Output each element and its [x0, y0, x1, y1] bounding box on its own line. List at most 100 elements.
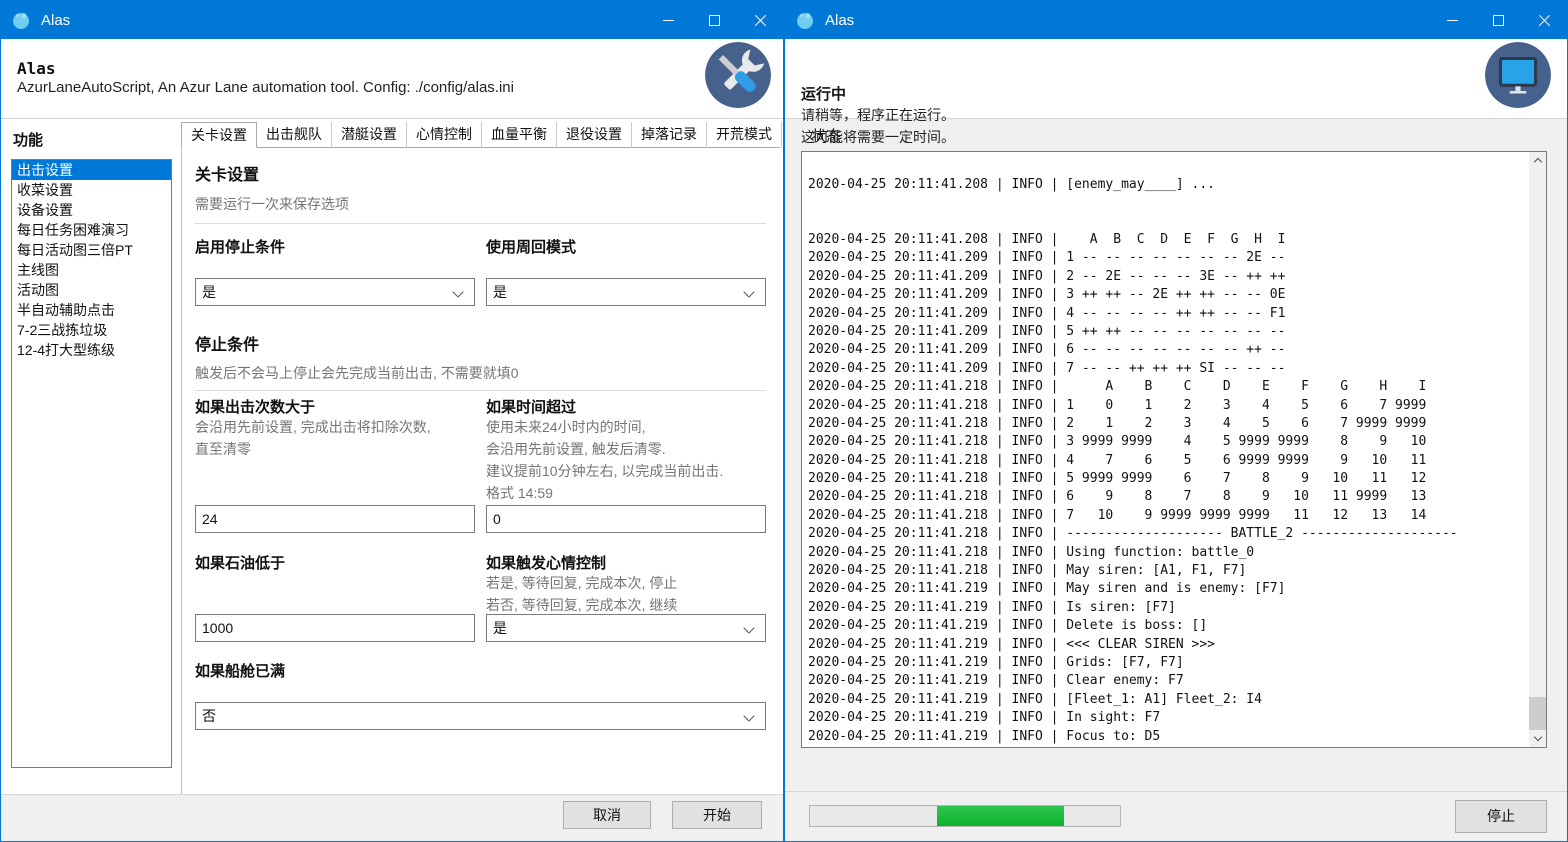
- enable-stop-select[interactable]: 是: [195, 278, 475, 306]
- if-count-input[interactable]: [195, 505, 475, 533]
- log-line: 2020-04-25 20:11:41.209 | INFO | 4 -- --…: [808, 305, 1524, 323]
- log-line: 2020-04-25 20:11:41.219 | INFO | In sigh…: [808, 709, 1524, 727]
- close-button[interactable]: [1521, 1, 1567, 39]
- sidebar-list: 出击设置收菜设置设备设置每日任务困难演习每日活动图三倍PT主线图活动图半自动辅助…: [11, 159, 172, 768]
- sidebar-item[interactable]: 每日任务困难演习: [12, 220, 171, 240]
- if-time-desc: 使用未来24小时内的时间, 会沿用先前设置, 触发后清零. 建议提前10分钟左右…: [486, 416, 771, 504]
- log-scrollbar[interactable]: [1529, 152, 1546, 747]
- log-line: 2020-04-25 20:11:41.209 | INFO | 6 -- --…: [808, 341, 1524, 359]
- sidebar-heading: 功能: [13, 129, 43, 150]
- minimize-button[interactable]: [1429, 1, 1475, 39]
- log-line: 2020-04-25 20:11:41.218 | INFO | 3 9999 …: [808, 433, 1524, 451]
- divider: [195, 390, 766, 391]
- stop-button[interactable]: 停止: [1455, 800, 1547, 833]
- log-lines: 2020-04-25 20:11:41.208 | INFO | [enemy_…: [808, 151, 1524, 748]
- loop-mode-value: 是: [493, 284, 507, 300]
- close-button[interactable]: [737, 1, 783, 39]
- progress-fill: [937, 806, 1064, 826]
- tab[interactable]: 退役设置: [557, 122, 632, 148]
- footer-bar: 取消 开始: [1, 794, 783, 841]
- app-header: 运行中 请稍等，程序正在运行。 这可能将需要一定时间。: [785, 39, 1567, 119]
- titlebar[interactable]: Alas: [1, 1, 783, 39]
- if-count-label: 如果出击次数大于: [195, 396, 315, 417]
- log-line: 2020-04-25 20:11:41.219 | INFO | Delete …: [808, 617, 1524, 635]
- tab[interactable]: 掉落记录: [632, 122, 707, 148]
- log-line: 2020-04-25 20:11:41.218 | INFO | 4 7 6 5…: [808, 452, 1524, 470]
- scroll-down-button[interactable]: [1529, 730, 1546, 747]
- minimize-icon: [663, 20, 674, 21]
- sidebar-item[interactable]: 设备设置: [12, 200, 171, 220]
- log-line: 2020-04-25 20:11:41.218 | INFO | -------…: [808, 525, 1524, 543]
- sidebar-item[interactable]: 主线图: [12, 260, 171, 280]
- sidebar-item[interactable]: 每日活动图三倍PT: [12, 240, 171, 260]
- maximize-button[interactable]: [1475, 1, 1521, 39]
- log-viewer: 2020-04-25 20:11:41.208 | INFO | [enemy_…: [801, 151, 1547, 748]
- app-header: Alas AzurLaneAutoScript, An Azur Lane au…: [1, 39, 783, 119]
- if-dock-value: 否: [202, 708, 216, 724]
- close-icon: [754, 14, 767, 27]
- minimize-icon: [1447, 20, 1458, 21]
- if-dock-label: 如果船舱已满: [195, 660, 285, 681]
- enable-stop-label: 启用停止条件: [195, 236, 285, 257]
- log-line: 2020-04-25 20:11:41.219 | INFO | Grids: …: [808, 654, 1524, 672]
- scroll-up-button[interactable]: [1529, 152, 1546, 169]
- window-title: Alas: [41, 12, 70, 29]
- cancel-button[interactable]: 取消: [563, 801, 651, 829]
- close-icon: [1538, 14, 1551, 27]
- status-label: 状态: [811, 125, 841, 146]
- log-line: 2020-04-25 20:11:41.218 | INFO | 1 0 1 2…: [808, 397, 1524, 415]
- monitor-icon: [1485, 42, 1551, 108]
- tab[interactable]: 心情控制: [407, 122, 482, 148]
- log-line: 2020-04-25 20:11:41.218 | INFO | Using f…: [808, 544, 1524, 562]
- titlebar[interactable]: Alas: [785, 1, 1567, 39]
- log-line: 2020-04-25 20:11:41.219 | INFO | Focus t…: [808, 728, 1524, 746]
- start-button[interactable]: 开始: [672, 801, 762, 829]
- maximize-button[interactable]: [691, 1, 737, 39]
- loop-mode-select[interactable]: 是: [486, 278, 766, 306]
- if-emotion-select[interactable]: 是: [486, 614, 766, 642]
- sidebar-item[interactable]: 半自动辅助点击: [12, 300, 171, 320]
- log-line: 2020-04-25 20:11:41.209 | INFO | 5 ++ ++…: [808, 323, 1524, 341]
- sidebar-item[interactable]: 7-2三战拣垃圾: [12, 320, 171, 340]
- tab[interactable]: 潜艇设置: [332, 122, 407, 148]
- app-title: Alas: [17, 59, 56, 78]
- log-line-partial: 2020-04-25 20:11:41.208 | INFO | [enemy_…: [808, 176, 1524, 194]
- running-line1: 请稍等，程序正在运行。: [801, 105, 955, 125]
- log-line: 2020-04-25 20:11:41.218 | INFO | 7 10 9 …: [808, 507, 1524, 525]
- log-line: 2020-04-25 20:11:41.218 | INFO | May sir…: [808, 562, 1524, 580]
- log-line: 2020-04-25 20:11:41.219 | INFO | Clear e…: [808, 672, 1524, 690]
- tab[interactable]: 出击舰队: [257, 122, 332, 148]
- footer-bar: 停止: [785, 791, 1567, 841]
- sidebar-item[interactable]: 出击设置: [12, 160, 171, 180]
- log-line: 2020-04-25 20:11:41.209 | INFO | 7 -- --…: [808, 360, 1524, 378]
- sidebar-item[interactable]: 收菜设置: [12, 180, 171, 200]
- if-dock-select[interactable]: 否: [195, 702, 766, 730]
- tab-bar: 关卡设置出击舰队潜艇设置心情控制血量平衡退役设置掉落记录开荒模式: [181, 122, 780, 148]
- app-subtitle: AzurLaneAutoScript, An Azur Lane automat…: [17, 79, 514, 96]
- if-emotion-value: 是: [493, 620, 507, 636]
- tab[interactable]: 关卡设置: [181, 122, 257, 148]
- alas-logo-icon: [795, 10, 815, 30]
- if-oil-input[interactable]: [195, 614, 475, 642]
- log-line: 2020-04-25 20:11:41.209 | INFO | 2 -- 2E…: [808, 268, 1524, 286]
- window-title: Alas: [825, 12, 854, 29]
- sidebar-item[interactable]: 12-4打大型练级: [12, 340, 171, 360]
- tab[interactable]: 开荒模式: [707, 122, 782, 148]
- chevron-down-icon: [1533, 733, 1541, 741]
- log-line: 2020-04-25 20:11:41.208 | INFO | A B C D…: [808, 231, 1524, 249]
- log-line: 2020-04-25 20:11:41.209 | INFO | 1 -- --…: [808, 249, 1524, 267]
- stop-section-desc: 触发后不会马上停止会先完成当前出击, 不需要就填0: [195, 363, 519, 383]
- log-line: 2020-04-25 20:11:41.219 | INFO | May sir…: [808, 580, 1524, 598]
- if-time-input[interactable]: [486, 505, 766, 533]
- if-time-label: 如果时间超过: [486, 396, 576, 417]
- divider: [195, 223, 766, 224]
- scrollbar-thumb[interactable]: [1529, 697, 1546, 730]
- log-line: 2020-04-25 20:11:41.209 | INFO | 3 ++ ++…: [808, 286, 1524, 304]
- minimize-button[interactable]: [645, 1, 691, 39]
- form-title: 关卡设置: [195, 161, 259, 185]
- sidebar-item[interactable]: 活动图: [12, 280, 171, 300]
- tab[interactable]: 血量平衡: [482, 122, 557, 148]
- chevron-up-icon: [1533, 158, 1541, 166]
- log-line: 2020-04-25 20:11:41.218 | INFO | 5 9999 …: [808, 470, 1524, 488]
- settings-window: Alas Alas AzurLaneAutoScript, An Azur La…: [0, 0, 784, 842]
